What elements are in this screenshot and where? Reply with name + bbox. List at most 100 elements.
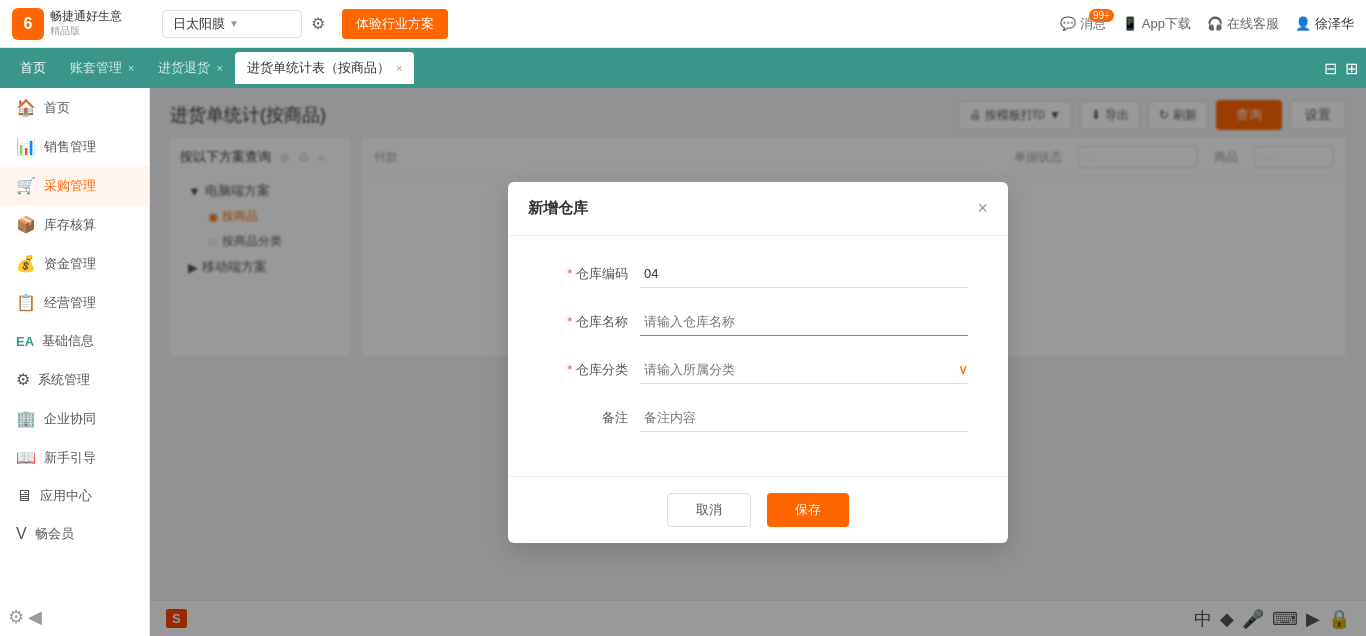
home-icon: 🏠 xyxy=(16,98,36,117)
app-center-icon: 🖥 xyxy=(16,487,32,505)
sidebar-item-purchase[interactable]: 🛒 采购管理 xyxy=(0,166,149,205)
app-download-btn[interactable]: 📱 App下载 xyxy=(1122,15,1191,33)
message-btn[interactable]: 💬 消息 99+ xyxy=(1060,15,1106,33)
sidebar-operations-label: 经营管理 xyxy=(44,294,96,312)
category-input[interactable] xyxy=(640,356,958,383)
sidebar-item-operations[interactable]: 📋 经营管理 xyxy=(0,283,149,322)
purchase-stats-tab-label: 进货单统计表（按商品） xyxy=(247,59,390,77)
basic-info-icon: EA xyxy=(16,334,34,349)
logo-text: 畅捷通好生意 xyxy=(50,9,122,25)
header-right: 💬 消息 99+ 📱 App下载 🎧 在线客服 👤 徐泽华 xyxy=(1060,15,1354,33)
sidebar-item-system[interactable]: ⚙ 系统管理 xyxy=(0,360,149,399)
content-area: 进货单统计(按商品) 🖨 按模板打印 ▼ ⬇ 导出 ↻ 刷新 xyxy=(150,88,1366,636)
sidebar-item-inventory[interactable]: 📦 库存核算 xyxy=(0,205,149,244)
message-badge: 99+ xyxy=(1089,9,1114,22)
inventory-icon: 📦 xyxy=(16,215,36,234)
sidebar-guide-label: 新手引导 xyxy=(44,449,96,467)
username-label: 徐泽华 xyxy=(1315,15,1354,33)
operations-icon: 📋 xyxy=(16,293,36,312)
sidebar-item-finance[interactable]: 💰 资金管理 xyxy=(0,244,149,283)
form-row-code: 仓库编码 xyxy=(548,260,968,288)
modal-overlay: 新增仓库 × 仓库编码 仓库名称 仓库分类 xyxy=(150,88,1366,636)
sidebar-item-enterprise[interactable]: 🏢 企业协同 xyxy=(0,399,149,438)
purchase-return-tab-close[interactable]: × xyxy=(216,62,222,74)
modal-close-btn[interactable]: × xyxy=(977,198,988,219)
sidebar-item-basic-info[interactable]: EA 基础信息 xyxy=(0,322,149,360)
form-row-remark: 备注 xyxy=(548,404,968,432)
sidebar-sales-label: 销售管理 xyxy=(44,138,96,156)
form-row-category: 仓库分类 ∨ xyxy=(548,356,968,384)
trial-button[interactable]: 体验行业方案 xyxy=(342,9,448,39)
user-avatar-btn[interactable]: 👤 徐泽华 xyxy=(1295,15,1354,33)
sidebar-item-vip[interactable]: V 畅会员 xyxy=(0,515,149,553)
category-select-wrap: ∨ xyxy=(640,356,968,384)
store-selector[interactable]: 日太阳膜 ▼ xyxy=(162,10,302,38)
sidebar-finance-label: 资金管理 xyxy=(44,255,96,273)
sidebar-app-center-label: 应用中心 xyxy=(40,487,92,505)
sidebar-collapse-btn[interactable]: ◀ xyxy=(28,606,42,628)
sidebar-item-home[interactable]: 🏠 首页 xyxy=(0,88,149,127)
user-icon: 👤 xyxy=(1295,16,1311,31)
new-warehouse-modal: 新增仓库 × 仓库编码 仓库名称 仓库分类 xyxy=(508,182,1008,543)
modal-footer: 取消 保存 xyxy=(508,476,1008,543)
logo-area: 6 畅捷通好生意 精品版 xyxy=(12,8,162,40)
modal-body: 仓库编码 仓库名称 仓库分类 ∨ xyxy=(508,236,1008,476)
mobile-icon: 📱 xyxy=(1122,16,1138,31)
guide-icon: 📖 xyxy=(16,448,36,467)
remark-input[interactable] xyxy=(640,404,968,432)
tab-expand-btn[interactable]: ⊞ xyxy=(1345,59,1358,78)
system-icon: ⚙ xyxy=(16,370,30,389)
tab-purchase-stats[interactable]: 进货单统计表（按商品） × xyxy=(235,52,414,84)
sales-icon: 📊 xyxy=(16,137,36,156)
modal-header: 新增仓库 × xyxy=(508,182,1008,236)
tab-restore-btn[interactable]: ⊟ xyxy=(1324,59,1337,78)
tab-account[interactable]: 账套管理 × xyxy=(58,52,146,84)
sidebar-settings-btn[interactable]: ⚙ xyxy=(8,606,24,628)
finance-icon: 💰 xyxy=(16,254,36,273)
top-header: 6 畅捷通好生意 精品版 日太阳膜 ▼ ⚙ 体验行业方案 💬 消息 99+ 📱 … xyxy=(0,0,1366,48)
logo-sub: 精品版 xyxy=(50,24,122,38)
code-input[interactable] xyxy=(640,260,968,288)
tab-home[interactable]: 首页 xyxy=(8,52,58,84)
sidebar-enterprise-label: 企业协同 xyxy=(44,410,96,428)
sidebar-purchase-label: 采购管理 xyxy=(44,177,96,195)
remark-label: 备注 xyxy=(548,409,628,427)
enterprise-icon: 🏢 xyxy=(16,409,36,428)
sidebar-item-app-center[interactable]: 🖥 应用中心 xyxy=(0,477,149,515)
tab-purchase-return[interactable]: 进货退货 × xyxy=(146,52,234,84)
sidebar-inventory-label: 库存核算 xyxy=(44,216,96,234)
purchase-stats-tab-close[interactable]: × xyxy=(396,62,402,74)
sidebar-home-label: 首页 xyxy=(44,99,70,117)
headset-icon: 🎧 xyxy=(1207,16,1223,31)
name-input[interactable] xyxy=(640,308,968,336)
sidebar: 🏠 首页 📊 销售管理 🛒 采购管理 📦 库存核算 💰 资金管理 📋 经营管理 … xyxy=(0,88,150,636)
code-label: 仓库编码 xyxy=(548,265,628,283)
tab-bar: 首页 账套管理 × 进货退货 × 进货单统计表（按商品） × ⊟ ⊞ xyxy=(0,48,1366,88)
app-logo-icon: 6 xyxy=(12,8,44,40)
sidebar-item-sales[interactable]: 📊 销售管理 xyxy=(0,127,149,166)
form-row-name: 仓库名称 xyxy=(548,308,968,336)
modal-title: 新增仓库 xyxy=(528,199,588,218)
sidebar-bottom: ⚙ ◀ xyxy=(0,598,149,636)
store-dropdown-arrow: ▼ xyxy=(229,18,239,29)
sidebar-system-label: 系统管理 xyxy=(38,371,90,389)
main-layout: 🏠 首页 📊 销售管理 🛒 采购管理 📦 库存核算 💰 资金管理 📋 经营管理 … xyxy=(0,88,1366,636)
name-label: 仓库名称 xyxy=(548,313,628,331)
vip-icon: V xyxy=(16,525,27,543)
home-tab-label: 首页 xyxy=(20,59,46,77)
category-dropdown-arrow[interactable]: ∨ xyxy=(958,361,968,377)
save-btn[interactable]: 保存 xyxy=(767,493,849,527)
sidebar-item-guide[interactable]: 📖 新手引导 xyxy=(0,438,149,477)
purchase-icon: 🛒 xyxy=(16,176,36,195)
category-label: 仓库分类 xyxy=(548,361,628,379)
account-tab-close[interactable]: × xyxy=(128,62,134,74)
purchase-return-tab-label: 进货退货 xyxy=(158,59,210,77)
account-tab-label: 账套管理 xyxy=(70,59,122,77)
sidebar-vip-label: 畅会员 xyxy=(35,525,74,543)
message-icon: 💬 xyxy=(1060,16,1076,31)
online-service-btn[interactable]: 🎧 在线客服 xyxy=(1207,15,1279,33)
gear-button[interactable]: ⚙ xyxy=(302,8,334,40)
tab-bar-right: ⊟ ⊞ xyxy=(1324,59,1358,78)
sidebar-basic-info-label: 基础信息 xyxy=(42,332,94,350)
cancel-btn[interactable]: 取消 xyxy=(667,493,751,527)
